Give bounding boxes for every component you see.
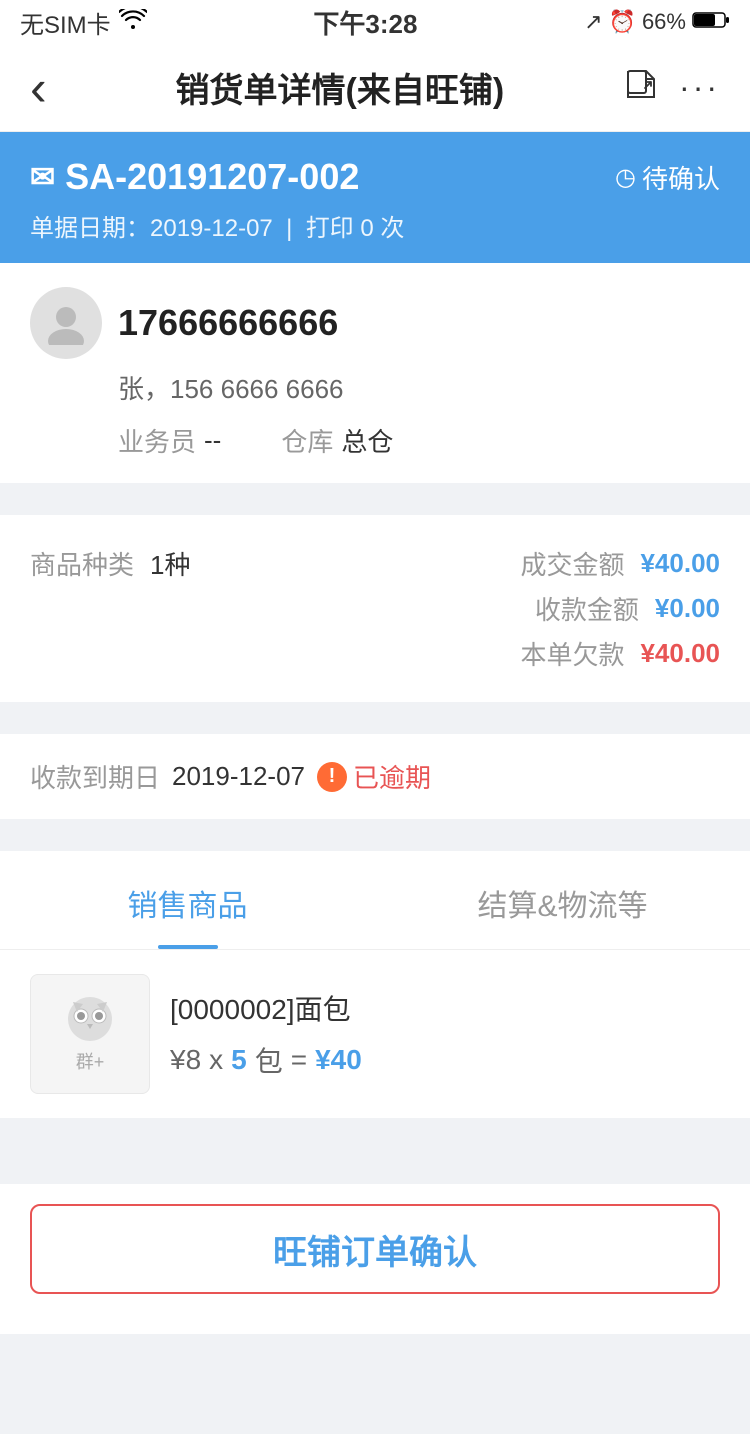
product-price: ¥8: [170, 1044, 201, 1076]
order-inbox-icon: ✉: [30, 160, 55, 195]
equals-sign: =: [291, 1044, 307, 1076]
due-date-section: 收款到期日 2019-12-07 ! 已逾期: [0, 734, 750, 819]
product-item: 群+ [0000002]面包 ¥8 x 5 包 = ¥40: [0, 950, 750, 1118]
received-amount-row: 收款金额 ¥0.00: [535, 590, 720, 627]
order-header-card: ✉ SA-20191207-002 ◷ 待确认 单据日期：2019-12-07 …: [0, 132, 750, 263]
status-right: ↗ ⏰ 66%: [584, 9, 730, 35]
due-label: 收款到期日: [30, 758, 160, 795]
nav-bar: ‹ 销货单详情(来自旺铺) ···: [0, 44, 750, 132]
wifi-icon: [119, 8, 147, 36]
deal-amount-value: ¥40.00: [640, 548, 720, 579]
customer-avatar: [30, 287, 102, 359]
tabs-header: 销售商品 结算&物流等: [0, 851, 750, 950]
status-time: 下午3:28: [313, 4, 417, 41]
order-meta: 单据日期：2019-12-07 | 打印 0 次: [30, 208, 720, 243]
product-info: [0000002]面包 ¥8 x 5 包 = ¥40: [170, 988, 720, 1080]
product-price-row: ¥8 x 5 包 = ¥40: [170, 1040, 720, 1080]
alarm-icon: ⏰: [609, 9, 636, 35]
tab-settlement[interactable]: 结算&物流等: [375, 851, 750, 949]
customer-name: 张，156 6666 6666: [118, 369, 720, 406]
divider-1: [0, 499, 750, 515]
received-amount-value: ¥0.00: [655, 593, 720, 624]
customer-section: 17666666666 张，156 6666 6666 业务员 -- 仓库 总仓: [0, 263, 750, 483]
amounts: 成交金额 ¥40.00 收款金额 ¥0.00 本单欠款 ¥40.00: [520, 545, 720, 672]
owed-amount-value: ¥40.00: [640, 638, 720, 669]
carrier-text: 无SIM卡: [20, 5, 111, 40]
customer-phone: 17666666666: [118, 302, 338, 344]
due-date-value: 2019-12-07: [172, 761, 305, 792]
tab-underline: [158, 945, 218, 949]
back-button[interactable]: ‹: [30, 63, 57, 113]
product-image: 群+: [30, 974, 150, 1094]
summary-section: 商品种类 1种 成交金额 ¥40.00 收款金额 ¥0.00 本单欠款 ¥40.…: [0, 515, 750, 702]
status-bar: 无SIM卡 下午3:28 ↗ ⏰ 66%: [0, 0, 750, 44]
page-title: 销货单详情(来自旺铺): [176, 63, 505, 112]
product-type: 商品种类 1种: [30, 545, 190, 582]
order-status-badge: ◷ 待确认: [615, 159, 720, 196]
product-total: ¥40: [315, 1044, 362, 1076]
bottom-button-area: 旺铺订单确认: [0, 1184, 750, 1334]
product-unit: 包: [255, 1040, 283, 1080]
tab-products[interactable]: 销售商品: [0, 851, 375, 949]
salesperson-item: 业务员 --: [118, 422, 221, 459]
battery-text: 66%: [642, 9, 686, 35]
nav-left: ‹: [30, 63, 57, 113]
nav-right: ···: [623, 66, 720, 109]
clock-icon: ◷: [615, 163, 636, 192]
share-button[interactable]: [623, 66, 659, 109]
confirm-order-button[interactable]: 旺铺订单确认: [30, 1204, 720, 1294]
status-left: 无SIM卡: [20, 5, 147, 40]
battery-icon: [692, 9, 730, 35]
tabs-section: 销售商品 结算&物流等: [0, 851, 750, 1118]
more-button[interactable]: ···: [679, 69, 720, 106]
divider-2: [0, 718, 750, 734]
overdue-badge: ! 已逾期: [317, 758, 431, 795]
location-icon: ↗: [584, 9, 602, 35]
overdue-icon: !: [317, 762, 347, 792]
deal-amount-row: 成交金额 ¥40.00: [520, 545, 720, 582]
owed-amount-row: 本单欠款 ¥40.00: [520, 635, 720, 672]
product-qty: 5: [231, 1044, 247, 1076]
divider-3: [0, 835, 750, 851]
product-name: [0000002]面包: [170, 988, 720, 1028]
order-id: ✉ SA-20191207-002: [30, 156, 359, 198]
warehouse-item: 仓库 总仓: [281, 422, 393, 459]
multiply-sign: x: [209, 1044, 223, 1076]
overdue-text: 已逾期: [353, 758, 431, 795]
